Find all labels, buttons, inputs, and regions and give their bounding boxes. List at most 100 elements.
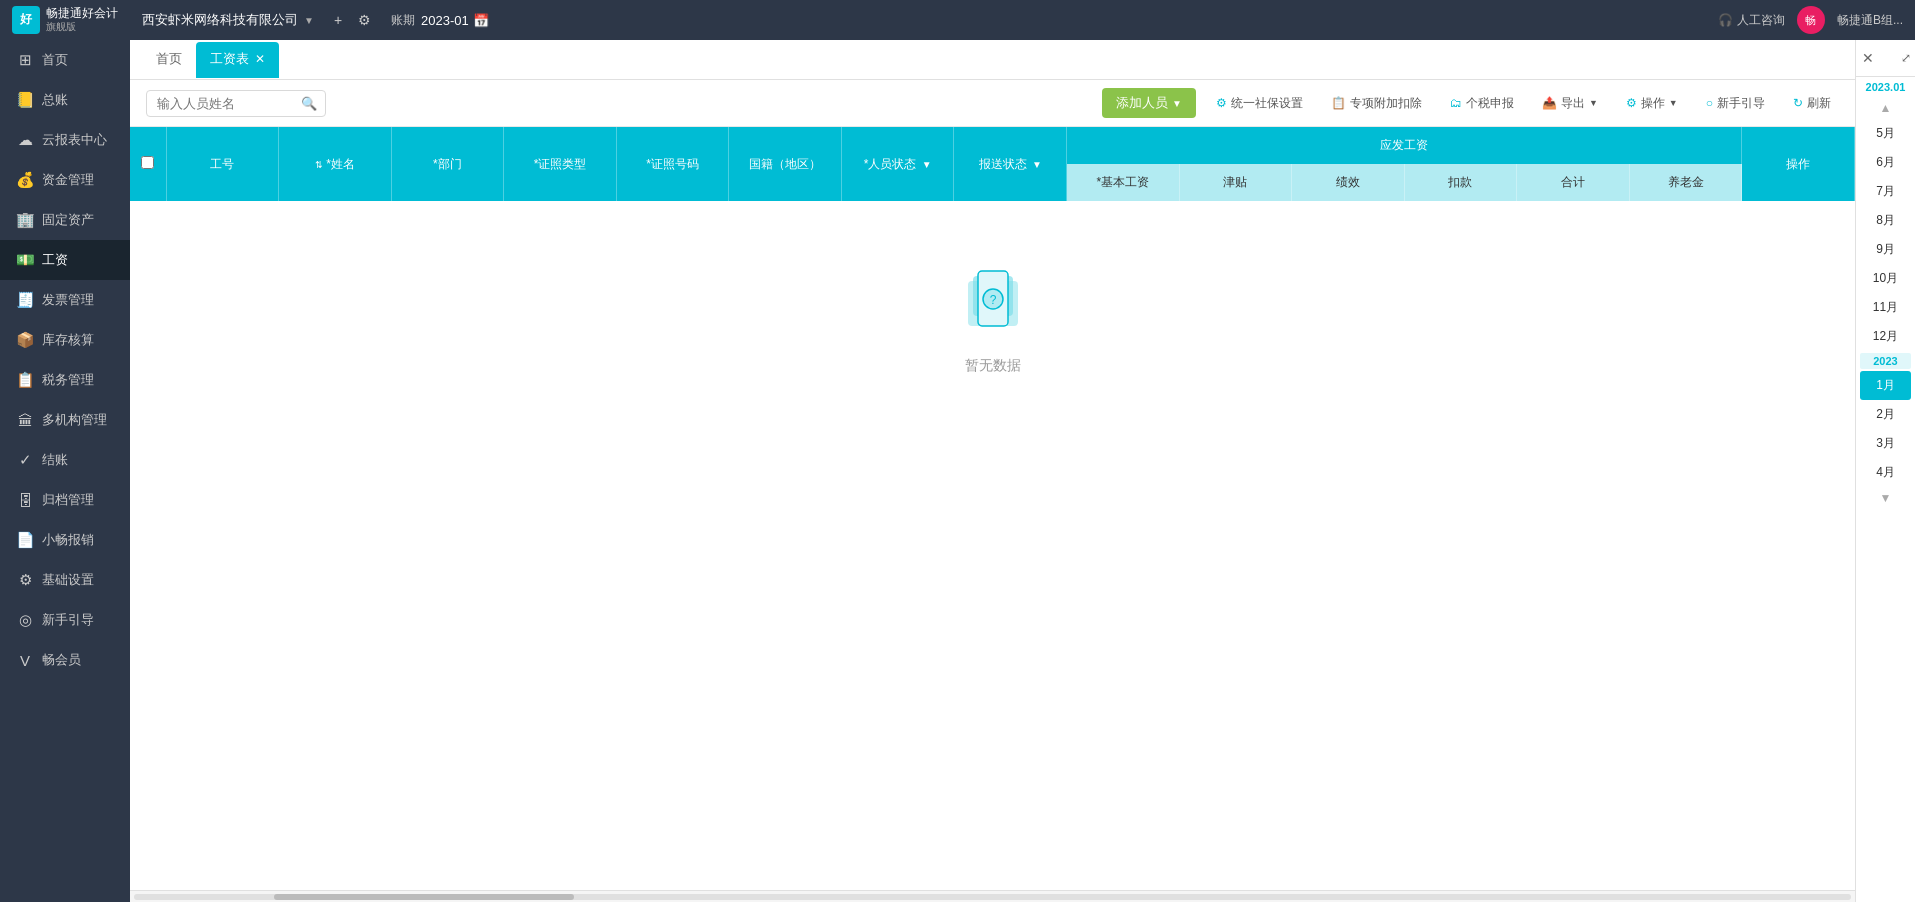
- scroll-down-btn[interactable]: ▼: [1856, 487, 1915, 509]
- sidebar-item-member[interactable]: V 畅会员: [0, 640, 130, 680]
- member-icon: V: [16, 652, 34, 669]
- guide-action-icon: ○: [1706, 96, 1713, 110]
- month-item-6[interactable]: 6月: [1856, 148, 1915, 177]
- th-performance: 绩效: [1292, 164, 1405, 201]
- sidebar-item-inventory[interactable]: 📦 库存核算: [0, 320, 130, 360]
- select-all-checkbox[interactable]: [141, 156, 154, 169]
- th-id-type: *证照类型: [504, 127, 617, 201]
- status-filter-icon[interactable]: ▼: [922, 159, 932, 170]
- sidebar-item-tax[interactable]: 📋 税务管理: [0, 360, 130, 400]
- period-label: 账期: [391, 12, 415, 29]
- sidebar-item-multi-org[interactable]: 🏛 多机构管理: [0, 400, 130, 440]
- sidebar-item-ledger[interactable]: 📒 总账: [0, 80, 130, 120]
- report-filter-icon[interactable]: ▼: [1032, 159, 1042, 170]
- cloud-icon: ☁: [16, 131, 34, 149]
- tab-close-icon[interactable]: ✕: [255, 52, 265, 66]
- export-icon: 📤: [1542, 96, 1557, 110]
- user-avatar: 畅: [1797, 6, 1825, 34]
- expense-icon: 📄: [16, 531, 34, 549]
- guide-action-label: 新手引导: [1717, 95, 1765, 112]
- sidebar-label-tax: 税务管理: [42, 371, 94, 389]
- logo-area: 好 畅捷通好会计 旗舰版: [12, 6, 142, 34]
- tax-filing-btn[interactable]: 🗂 个税申报: [1442, 91, 1522, 116]
- payroll-table: 工号 ⇅ *姓名 *部门 *证照类型 *证照号码 国籍（地区） *人员状态 ▼ …: [130, 127, 1855, 201]
- search-box: 🔍: [146, 90, 326, 117]
- sidebar-item-funds[interactable]: 💰 资金管理: [0, 160, 130, 200]
- month-item-9[interactable]: 9月: [1856, 235, 1915, 264]
- sidebar-item-close[interactable]: ✓ 结账: [0, 440, 130, 480]
- right-panel-expand-btn[interactable]: ⤢: [1901, 51, 1911, 65]
- inventory-icon: 📦: [16, 331, 34, 349]
- sidebar-item-archive[interactable]: 🗄 归档管理: [0, 480, 130, 520]
- top-header: 好 畅捷通好会计 旗舰版 西安虾米网络科技有限公司 ▼ + ⚙ 账期 2023-…: [0, 0, 1915, 40]
- empty-state: ? 暂无数据: [130, 201, 1855, 435]
- sidebar-label-multi-org: 多机构管理: [42, 411, 107, 429]
- checkbox-header[interactable]: [130, 127, 166, 201]
- tab-home[interactable]: 首页: [142, 42, 196, 78]
- tax-filing-icon: 🗂: [1450, 96, 1462, 110]
- empty-text: 暂无数据: [965, 357, 1021, 375]
- month-item-7[interactable]: 7月: [1856, 177, 1915, 206]
- add-employee-btn[interactable]: 添加人员 ▼: [1102, 88, 1196, 118]
- basic-settings-icon: ⚙: [16, 571, 34, 589]
- social-security-label: 统一社保设置: [1231, 95, 1303, 112]
- sidebar-item-invoice[interactable]: 🧾 发票管理: [0, 280, 130, 320]
- operation-btn[interactable]: ⚙ 操作 ▼: [1618, 91, 1686, 116]
- month-item-12[interactable]: 12月: [1856, 322, 1915, 351]
- calendar-icon[interactable]: 📅: [473, 13, 489, 28]
- sidebar-label-inventory: 库存核算: [42, 331, 94, 349]
- month-item-11[interactable]: 11月: [1856, 293, 1915, 322]
- support-btn[interactable]: 🎧 人工咨询: [1718, 12, 1785, 29]
- period-display: 2023.01: [1856, 77, 1915, 97]
- user-name: 畅捷通B组...: [1837, 12, 1903, 29]
- guide-icon: ◎: [16, 611, 34, 629]
- special-deduction-btn[interactable]: 📋 专项附加扣除: [1323, 91, 1430, 116]
- add-company-btn[interactable]: +: [330, 10, 346, 30]
- company-selector[interactable]: 西安虾米网络科技有限公司 ▼: [142, 11, 314, 29]
- month-item-1-active[interactable]: 1月: [1860, 371, 1911, 400]
- refresh-btn[interactable]: ↻ 刷新: [1785, 91, 1839, 116]
- month-item-3[interactable]: 3月: [1856, 429, 1915, 458]
- guide-btn[interactable]: ○ 新手引导: [1698, 91, 1773, 116]
- scrollbar-thumb: [274, 894, 574, 900]
- sidebar-item-home[interactable]: ⊞ 首页: [0, 40, 130, 80]
- empty-icon: ?: [953, 261, 1033, 341]
- tab-bar: 首页 工资表 ✕: [130, 40, 1855, 80]
- th-status: *人员状态 ▼: [841, 127, 954, 201]
- export-btn[interactable]: 📤 导出 ▼: [1534, 91, 1606, 116]
- tax-filing-label: 个税申报: [1466, 95, 1514, 112]
- social-security-btn[interactable]: ⚙ 统一社保设置: [1208, 91, 1311, 116]
- funds-icon: 💰: [16, 171, 34, 189]
- right-panel-close-btn[interactable]: ✕: [1860, 48, 1876, 68]
- month-item-5[interactable]: 5月: [1856, 119, 1915, 148]
- sidebar-label-payroll: 工资: [42, 251, 68, 269]
- month-item-4[interactable]: 4月: [1856, 458, 1915, 487]
- th-employee-id: 工号: [166, 127, 279, 201]
- settings-btn[interactable]: ⚙: [354, 10, 375, 30]
- sidebar-label-home: 首页: [42, 51, 68, 69]
- bottom-scrollbar[interactable]: [130, 890, 1855, 902]
- th-total: 合计: [1517, 164, 1630, 201]
- th-report-status: 报送状态 ▼: [954, 127, 1067, 201]
- month-item-8[interactable]: 8月: [1856, 206, 1915, 235]
- sidebar-item-expense[interactable]: 📄 小畅报销: [0, 520, 130, 560]
- sidebar-item-assets[interactable]: 🏢 固定资产: [0, 200, 130, 240]
- month-item-2[interactable]: 2月: [1856, 400, 1915, 429]
- month-item-10[interactable]: 10月: [1856, 264, 1915, 293]
- sidebar-item-cloud-report[interactable]: ☁ 云报表中心: [0, 120, 130, 160]
- sidebar-item-guide[interactable]: ◎ 新手引导: [0, 600, 130, 640]
- main-layout: ⊞ 首页 📒 总账 ☁ 云报表中心 💰 资金管理 🏢 固定资产 💵 工资 🧾 发…: [0, 40, 1915, 902]
- sidebar-item-basic-settings[interactable]: ⚙ 基础设置: [0, 560, 130, 600]
- scroll-up-btn[interactable]: ▲: [1856, 97, 1915, 119]
- sidebar-label-funds: 资金管理: [42, 171, 94, 189]
- tab-payroll[interactable]: 工资表 ✕: [196, 42, 279, 78]
- header-actions: + ⚙: [330, 10, 375, 30]
- sidebar-label-guide: 新手引导: [42, 611, 94, 629]
- right-panel-header: ✕ ⤢: [1856, 40, 1915, 77]
- refresh-icon: ↻: [1793, 96, 1803, 110]
- assets-icon: 🏢: [16, 211, 34, 229]
- th-pension: 养老金: [1629, 164, 1742, 201]
- sidebar-item-payroll[interactable]: 💵 工资: [0, 240, 130, 280]
- search-input[interactable]: [157, 96, 297, 111]
- refresh-label: 刷新: [1807, 95, 1831, 112]
